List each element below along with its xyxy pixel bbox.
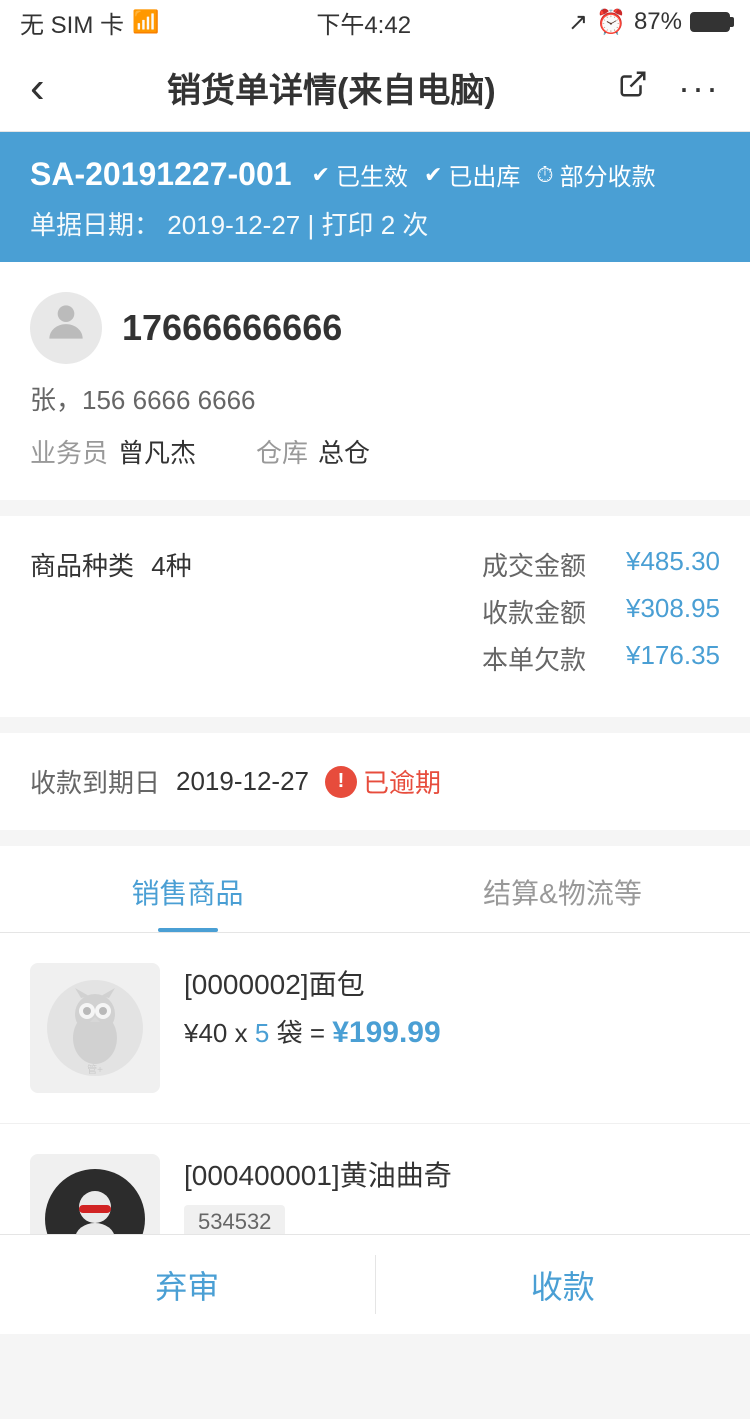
- print-count: 2: [381, 210, 395, 240]
- product-total-1: ¥199.99: [332, 1016, 440, 1049]
- status-left: 无 SIM 卡 📶: [20, 5, 159, 40]
- product-thumbnail-1: 管+: [30, 963, 160, 1093]
- battery-icon: [690, 12, 730, 32]
- customer-meta: 业务员 曾凡杰 仓库 总仓: [30, 433, 720, 470]
- nav-bar: ‹ 销货单详情(来自电脑) ···: [0, 44, 750, 132]
- customer-section: 17666666666 张，156 6666 6666 业务员 曾凡杰 仓库 总…: [0, 262, 750, 500]
- amount-section: 商品种类 4种 成交金额 ¥485.30 收款金额 ¥308.95 本单欠款 ¥…: [0, 516, 750, 717]
- owed-row: 本单欠款 ¥176.35: [482, 640, 720, 677]
- svg-text:管+: 管+: [87, 1063, 103, 1076]
- received-label: 收款金额: [482, 593, 586, 630]
- cancel-button[interactable]: 弃审: [0, 1235, 375, 1334]
- location-icon: ↗: [568, 8, 588, 37]
- salesperson-label: 业务员: [30, 433, 108, 470]
- customer-name-phone: 张，156 6666 6666: [30, 380, 720, 417]
- product-count-value: 4种: [151, 551, 191, 581]
- check-icon-shipped: ✔: [424, 162, 442, 188]
- customer-top: 17666666666: [30, 292, 720, 364]
- status-time: 下午4:42: [316, 5, 411, 40]
- table-row: 管+ [0000002]面包 ¥40 x 5 袋 = ¥199.99: [0, 933, 750, 1124]
- warehouse-item: 仓库 总仓: [256, 433, 370, 470]
- share-icon[interactable]: [618, 69, 648, 107]
- page-title: 销货单详情(来自电脑): [167, 63, 496, 112]
- badge-effective: ✔ 已生效: [312, 157, 408, 192]
- more-options-icon[interactable]: ···: [678, 67, 720, 109]
- print-unit: 次: [402, 210, 428, 240]
- status-bar: 无 SIM 卡 📶 下午4:42 ↗ ⏰ 87%: [0, 0, 750, 44]
- product-name-1: [0000002]面包: [184, 963, 720, 1003]
- deal-amount-row: 成交金额 ¥485.30: [482, 546, 720, 583]
- clock-icon: ⏱: [536, 162, 553, 188]
- tabs-section: 销售商品 结算&物流等: [0, 846, 750, 933]
- confirm-button[interactable]: 收款: [376, 1235, 750, 1334]
- product-type-label: 商品种类 4种: [30, 546, 192, 583]
- avatar: [30, 292, 102, 364]
- tab-settle[interactable]: 结算&物流等: [375, 846, 750, 932]
- received-value: ¥308.95: [626, 593, 720, 630]
- warehouse-value: 总仓: [318, 433, 370, 470]
- alarm-icon: ⏰: [596, 8, 626, 37]
- sim-label: 无 SIM 卡: [20, 5, 124, 40]
- due-label: 收款到期日: [30, 763, 160, 800]
- amounts-block: 成交金额 ¥485.30 收款金额 ¥308.95 本单欠款 ¥176.35: [482, 546, 720, 687]
- customer-phone: 17666666666: [122, 307, 342, 349]
- badge-partial: ⏱ 部分收款: [536, 157, 655, 192]
- product-type-block: 商品种类 4种: [30, 546, 192, 583]
- overdue-badge: ! 已逾期: [325, 763, 441, 800]
- due-section: 收款到期日 2019-12-27 ! 已逾期: [0, 733, 750, 830]
- order-date-row: 单据日期： 2019-12-27 | 打印 2 次: [30, 205, 720, 242]
- tab-sales[interactable]: 销售商品: [0, 846, 375, 932]
- status-right: ↗ ⏰ 87%: [568, 8, 730, 37]
- overdue-text: 已逾期: [363, 763, 441, 800]
- warehouse-label: 仓库: [256, 433, 308, 470]
- battery-pct: 87%: [634, 8, 682, 36]
- deal-amount-value: ¥485.30: [626, 546, 720, 583]
- badge-shipped: ✔ 已出库: [424, 157, 520, 192]
- order-id: SA-20191227-001: [30, 156, 292, 193]
- overdue-icon: !: [325, 766, 357, 798]
- product-info-1: [0000002]面包 ¥40 x 5 袋 = ¥199.99: [184, 963, 720, 1050]
- due-date: 2019-12-27: [176, 766, 309, 797]
- date-label: 单据日期：: [30, 210, 160, 240]
- product-price-1: ¥40 x 5 袋 = ¥199.99: [184, 1013, 720, 1050]
- salesperson-value: 曾凡杰: [118, 433, 196, 470]
- tabs-row: 销售商品 结算&物流等: [0, 846, 750, 933]
- print-label: | 打印: [307, 210, 373, 240]
- product-name-2: [000400001]黄油曲奇: [184, 1154, 720, 1194]
- avatar-icon: [41, 297, 91, 359]
- owed-value: ¥176.35: [626, 640, 720, 677]
- order-date: 2019-12-27: [167, 210, 300, 240]
- product-qty-1: 5: [255, 1018, 269, 1048]
- salesperson-item: 业务员 曾凡杰: [30, 433, 196, 470]
- received-row: 收款金额 ¥308.95: [482, 593, 720, 630]
- order-badges: ✔ 已生效 ✔ 已出库 ⏱ 部分收款: [312, 157, 656, 192]
- back-button[interactable]: ‹: [30, 63, 45, 113]
- nav-actions: ···: [618, 67, 720, 109]
- order-header: SA-20191227-001 ✔ 已生效 ✔ 已出库 ⏱ 部分收款 单据日期：…: [0, 132, 750, 262]
- owed-label: 本单欠款: [482, 640, 586, 677]
- order-header-top: SA-20191227-001 ✔ 已生效 ✔ 已出库 ⏱ 部分收款: [30, 156, 720, 193]
- wifi-icon: 📶: [132, 9, 159, 35]
- bottom-bar: 弃审 收款: [0, 1234, 750, 1334]
- check-icon-effective: ✔: [312, 162, 330, 188]
- deal-amount-label: 成交金额: [482, 546, 586, 583]
